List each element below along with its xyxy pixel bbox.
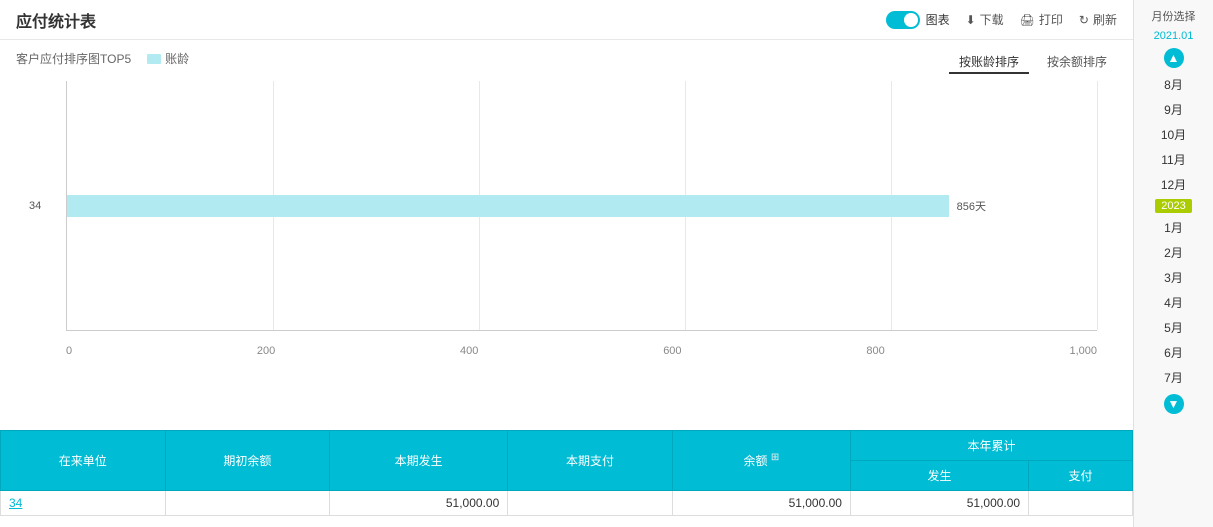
month-item-6[interactable]: 6月	[1134, 340, 1213, 365]
month-item-9[interactable]: 9月	[1134, 97, 1213, 122]
bar-y-label: 34	[29, 200, 41, 212]
legend-color-label: 账龄	[165, 50, 189, 67]
download-icon: ⬇	[966, 13, 976, 27]
x-axis-label: 600	[663, 345, 681, 357]
month-item-7[interactable]: 7月	[1134, 365, 1213, 390]
x-axis-label: 800	[866, 345, 884, 357]
month-item-11[interactable]: 11月	[1134, 147, 1213, 172]
toggle-switch[interactable]	[886, 11, 920, 29]
refresh-label: 刷新	[1093, 11, 1117, 28]
month-item-10[interactable]: 10月	[1134, 122, 1213, 147]
refresh-icon: ↻	[1079, 13, 1089, 27]
col-header-occurrence: 本期发生	[330, 431, 508, 491]
x-axis-label: 0	[66, 345, 72, 357]
col-header-ytd-pay: 支付	[1029, 461, 1133, 491]
month-item-5[interactable]: 5月	[1134, 315, 1213, 340]
month-item-4[interactable]: 4月	[1134, 290, 1213, 315]
print-button[interactable]: 🖨 打印	[1020, 11, 1063, 28]
cell-opening	[165, 491, 330, 516]
col-header-ytd: 本年累计	[850, 431, 1132, 461]
month-item-2[interactable]: 2月	[1134, 240, 1213, 265]
right-sidebar: 月份选择 2021.01 ▲ 8月 9月 10月 11月 12月 2023 1月…	[1133, 0, 1213, 527]
sidebar-up-arrow[interactable]: ▲	[1164, 48, 1184, 68]
month-item-12[interactable]: 12月	[1134, 172, 1213, 197]
cell-occurrence: 51,000.00	[330, 491, 508, 516]
sidebar-down-arrow[interactable]: ▼	[1164, 394, 1184, 414]
month-item-8[interactable]: 8月	[1134, 72, 1213, 97]
col-header-balance: 余额 ⊞	[672, 431, 850, 491]
sort-by-amount-tab[interactable]: 按余额排序	[1037, 51, 1117, 74]
chart-legend-label: 客户应付排序图TOP5	[16, 50, 131, 67]
cell-payment	[508, 491, 673, 516]
bar-end-label: 856天	[957, 198, 986, 214]
refresh-button[interactable]: ↻ 刷新	[1079, 11, 1117, 28]
sidebar-current-date[interactable]: 2021.01	[1152, 28, 1196, 44]
grid-line	[1097, 81, 1098, 330]
x-axis-label: 1,000	[1069, 345, 1097, 357]
chart-toggle-label: 图表	[926, 11, 950, 28]
sort-by-balance-tab[interactable]: 按账龄排序	[949, 51, 1029, 74]
x-axis-label: 200	[257, 345, 275, 357]
sidebar-title: 月份选择	[1150, 4, 1198, 28]
col-header-unit: 在来单位	[1, 431, 166, 491]
cell-ytd-pay	[1029, 491, 1133, 516]
col-header-ytd-occ: 发生	[850, 461, 1028, 491]
download-button[interactable]: ⬇ 下载	[966, 11, 1004, 28]
download-label: 下载	[980, 11, 1004, 28]
x-axis-label: 400	[460, 345, 478, 357]
legend-color-box	[147, 54, 161, 64]
chart-toggle[interactable]: 图表	[886, 11, 950, 29]
table-row: 34 51,000.00 51,000.00 51,000.00	[1, 491, 1133, 516]
cell-ytd-occ: 51,000.00	[850, 491, 1028, 516]
chart-bar	[67, 195, 949, 217]
print-label: 打印	[1039, 11, 1063, 28]
col-header-payment: 本期支付	[508, 431, 673, 491]
year-label-2023: 2023	[1155, 199, 1191, 213]
month-item-3[interactable]: 3月	[1134, 265, 1213, 290]
cell-unit[interactable]: 34	[1, 491, 166, 516]
page-title: 应付统计表	[16, 8, 96, 32]
print-icon: 🖨	[1020, 13, 1035, 27]
balance-icon: ⊞	[771, 452, 779, 463]
col-header-opening: 期初余额	[165, 431, 330, 491]
cell-balance: 51,000.00	[672, 491, 850, 516]
month-item-1[interactable]: 1月	[1134, 215, 1213, 240]
